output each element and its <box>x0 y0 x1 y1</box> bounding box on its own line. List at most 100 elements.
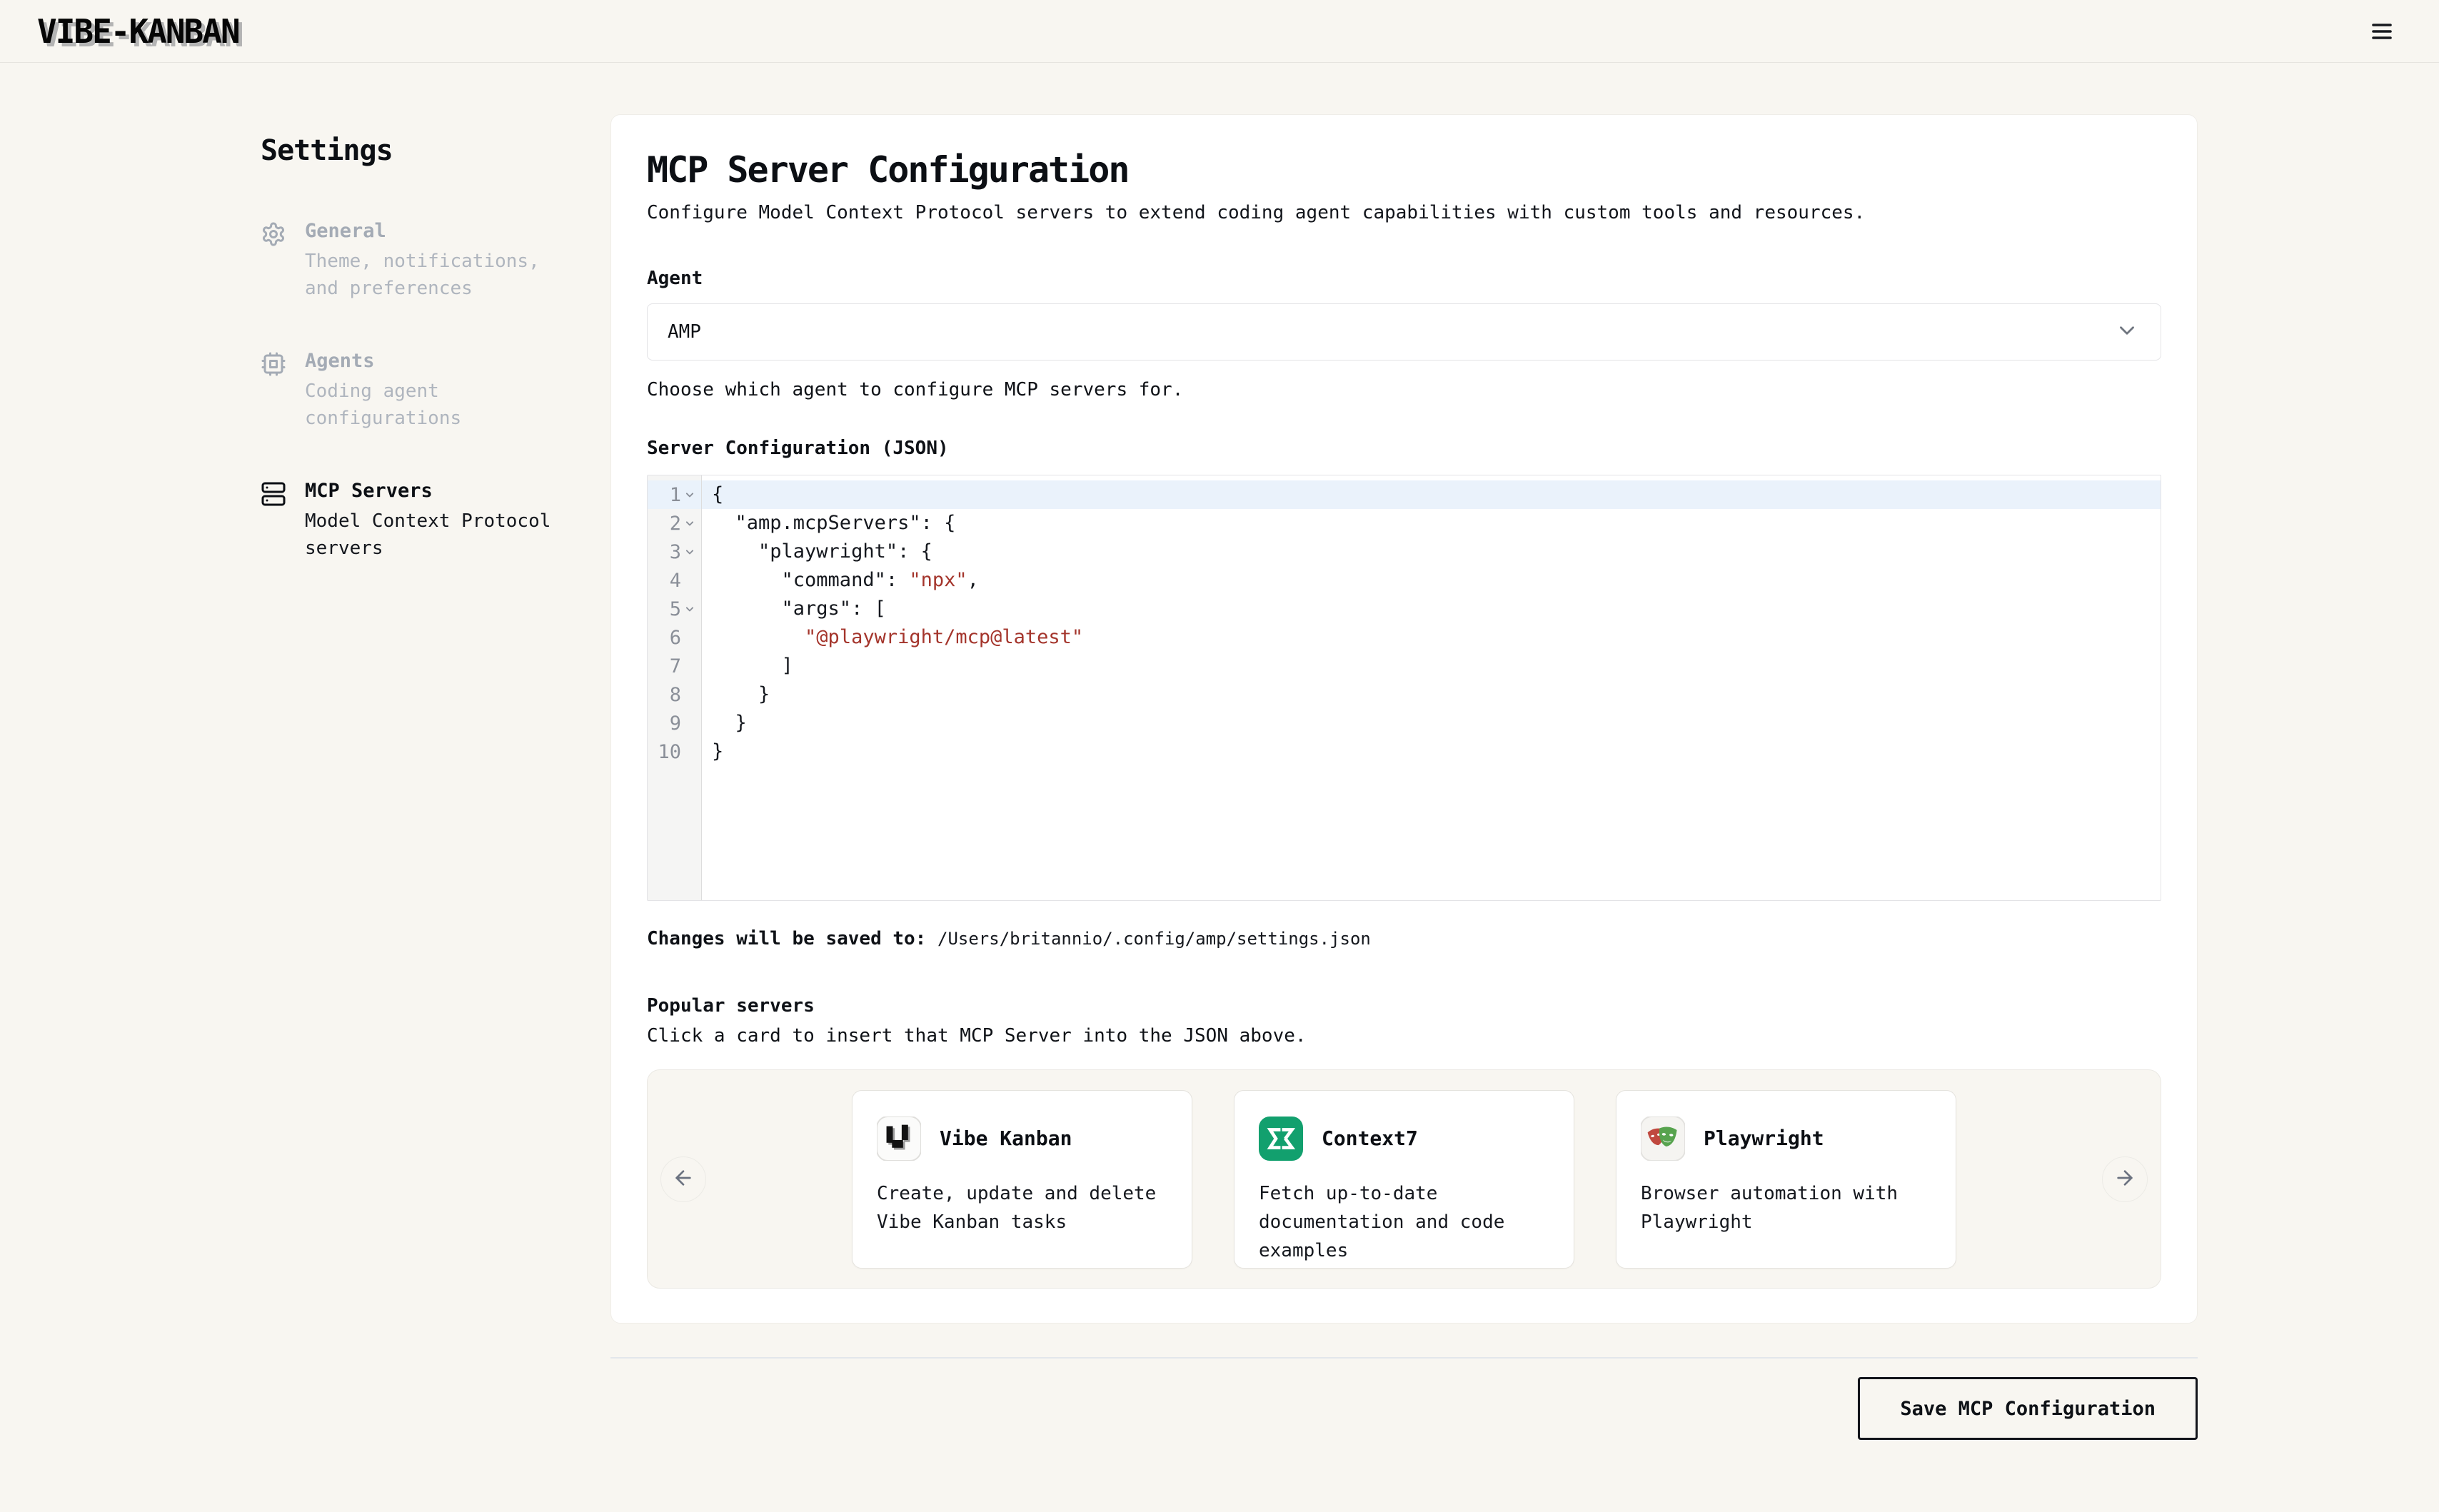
server-card-header: Context7 <box>1259 1116 1549 1161</box>
code-line-9[interactable]: } <box>702 709 2161 737</box>
agent-select-value: AMP <box>668 321 701 343</box>
code-token: } <box>712 683 770 705</box>
hamburger-menu-icon[interactable] <box>2362 11 2402 51</box>
settings-nav: General Theme, notifications, and prefere… <box>261 220 610 562</box>
sidebar-item-description: Theme, notifications, and preferences <box>305 251 540 300</box>
carousel-prev-button[interactable] <box>660 1156 706 1202</box>
fold-chevron-icon[interactable] <box>681 486 698 503</box>
sidebar-item-texts: MCP Servers Model Context Protocol server… <box>305 480 569 563</box>
save-path-prefix: Changes will be saved to: <box>647 928 927 949</box>
code-line-8[interactable]: } <box>702 680 2161 709</box>
server-card-title: Vibe Kanban <box>940 1127 1072 1150</box>
cpu-icon <box>261 351 286 377</box>
code-line-5[interactable]: "args": [ <box>702 595 2161 623</box>
code-line-6[interactable]: "@playwright/mcp@latest" <box>702 623 2161 652</box>
page-subtitle: Configure Model Context Protocol servers… <box>647 202 1866 223</box>
sidebar-item-mcp-servers[interactable]: MCP Servers Model Context Protocol server… <box>261 480 610 563</box>
server-card-playwright[interactable]: Playwright Browser automation with Playwr… <box>1616 1089 1956 1269</box>
sidebar-item-texts: General Theme, notifications, and prefere… <box>305 220 569 303</box>
code-token: } <box>712 712 747 734</box>
popular-servers-label: Popular servers <box>647 995 815 1017</box>
code-line-7[interactable]: ] <box>702 652 2161 680</box>
settings-sidebar: Settings General Theme, notifications, an… <box>261 114 610 1440</box>
mcp-config-card: MCP Server Configuration Configure Model… <box>610 114 2198 1324</box>
code-token: , <box>967 569 979 591</box>
sidebar-item-agents[interactable]: Agents Coding agent configurations <box>261 350 610 433</box>
string-token: "npx" <box>909 569 967 591</box>
vibe-kanban-icon <box>877 1116 921 1161</box>
page-layout: Settings General Theme, notifications, an… <box>0 63 2439 1440</box>
code-line-2[interactable]: "amp.mcpServers": { <box>702 509 2161 538</box>
code-line-1[interactable]: { <box>702 480 2161 509</box>
top-bar: VIBE-KANBAN <box>0 0 2439 63</box>
gutter-line-6: 6 <box>648 623 701 652</box>
footer-divider <box>610 1357 2198 1359</box>
popular-servers-section: Popular servers Click a card to insert t… <box>647 995 2161 1289</box>
sidebar-item-description: Coding agent configurations <box>305 380 462 429</box>
gear-icon <box>261 221 286 247</box>
string-token: "@playwright/mcp@latest" <box>805 626 1084 648</box>
arrow-right-icon <box>2113 1166 2136 1191</box>
gutter-line-7: 7 <box>648 652 701 680</box>
code-token: "args": [ <box>712 598 886 620</box>
playwright-icon <box>1641 1116 1685 1161</box>
sidebar-item-texts: Agents Coding agent configurations <box>305 350 569 433</box>
server-card-title: Playwright <box>1704 1127 1824 1150</box>
agent-section: Agent AMP Choose which agent to configur… <box>647 268 2161 400</box>
code-token: { <box>712 483 724 505</box>
server-card-vibe-kanban[interactable]: Vibe Kanban Create, update and delete Vib… <box>852 1089 1192 1269</box>
gutter-line-4: 4 <box>648 566 701 595</box>
code-token: "playwright": { <box>712 540 932 563</box>
server-card-description: Fetch up-to-date documentation and code … <box>1259 1182 1505 1262</box>
editor-code-area[interactable]: { "amp.mcpServers": { "playwright": { "c… <box>702 475 2161 900</box>
gutter-line-1: 1 <box>648 480 701 509</box>
editor-gutter: 1 2 3 4 5 6 7 8 9 10 <box>648 475 702 900</box>
app-logo: VIBE-KANBAN <box>37 11 241 51</box>
save-path-value: /Users/britannio/.config/amp/settings.js… <box>937 929 1371 949</box>
code-line-10[interactable]: } <box>702 737 2161 766</box>
gutter-line-10: 10 <box>648 737 701 766</box>
gutter-line-5: 5 <box>648 595 701 623</box>
line-number: 5 <box>669 598 681 620</box>
fold-chevron-icon[interactable] <box>681 600 698 618</box>
arrow-left-icon <box>672 1166 695 1191</box>
sidebar-item-general[interactable]: General Theme, notifications, and prefere… <box>261 220 610 303</box>
carousel-next-button[interactable] <box>2102 1156 2148 1202</box>
line-number: 9 <box>669 712 681 735</box>
line-number: 2 <box>669 512 681 535</box>
line-number: 4 <box>669 569 681 592</box>
gutter-line-9: 9 <box>648 709 701 737</box>
footer-row: Save MCP Configuration <box>610 1377 2198 1440</box>
fold-chevron-icon[interactable] <box>681 543 698 560</box>
server-card-context7[interactable]: Context7 Fetch up-to-date documentation a… <box>1234 1089 1574 1269</box>
main-column: MCP Server Configuration Configure Model… <box>610 114 2198 1440</box>
save-mcp-configuration-button[interactable]: Save MCP Configuration <box>1858 1377 2198 1440</box>
fold-chevron-icon[interactable] <box>681 515 698 532</box>
save-path-note: Changes will be saved to: /Users/britann… <box>647 928 2161 949</box>
line-number: 7 <box>669 655 681 677</box>
code-line-4[interactable]: "command": "npx", <box>702 566 2161 595</box>
sidebar-item-label: MCP Servers <box>305 479 433 502</box>
popular-servers-help: Click a card to insert that MCP Server i… <box>647 1025 1307 1047</box>
server-card-description: Browser automation with Playwright <box>1641 1182 1899 1233</box>
server-carousel: Vibe Kanban Create, update and delete Vib… <box>647 1069 2161 1289</box>
line-number: 1 <box>669 483 681 506</box>
line-number: 10 <box>658 740 681 763</box>
server-card-title: Context7 <box>1322 1127 1418 1150</box>
server-card-description: Create, update and delete Vibe Kanban ta… <box>877 1182 1157 1233</box>
server-card-header: Playwright <box>1641 1116 1931 1161</box>
agent-select[interactable]: AMP <box>647 303 2161 361</box>
page-title: MCP Server Configuration <box>647 149 1130 191</box>
sidebar-item-label: General <box>305 220 386 242</box>
code-token: ] <box>712 655 793 677</box>
server-card-header: Vibe Kanban <box>877 1116 1167 1161</box>
code-line-3[interactable]: "playwright": { <box>702 538 2161 566</box>
json-code-editor[interactable]: 1 2 3 4 5 6 7 8 9 10 { "amp.mcpServers": { "playw… <box>647 475 2161 901</box>
gutter-line-8: 8 <box>648 680 701 709</box>
agent-label: Agent <box>647 268 703 289</box>
server-cards-row: Vibe Kanban Create, update and delete Vib… <box>852 1089 1956 1269</box>
gutter-line-2: 2 <box>648 509 701 538</box>
server-icon <box>261 481 286 507</box>
code-token: "amp.mcpServers": { <box>712 512 956 534</box>
